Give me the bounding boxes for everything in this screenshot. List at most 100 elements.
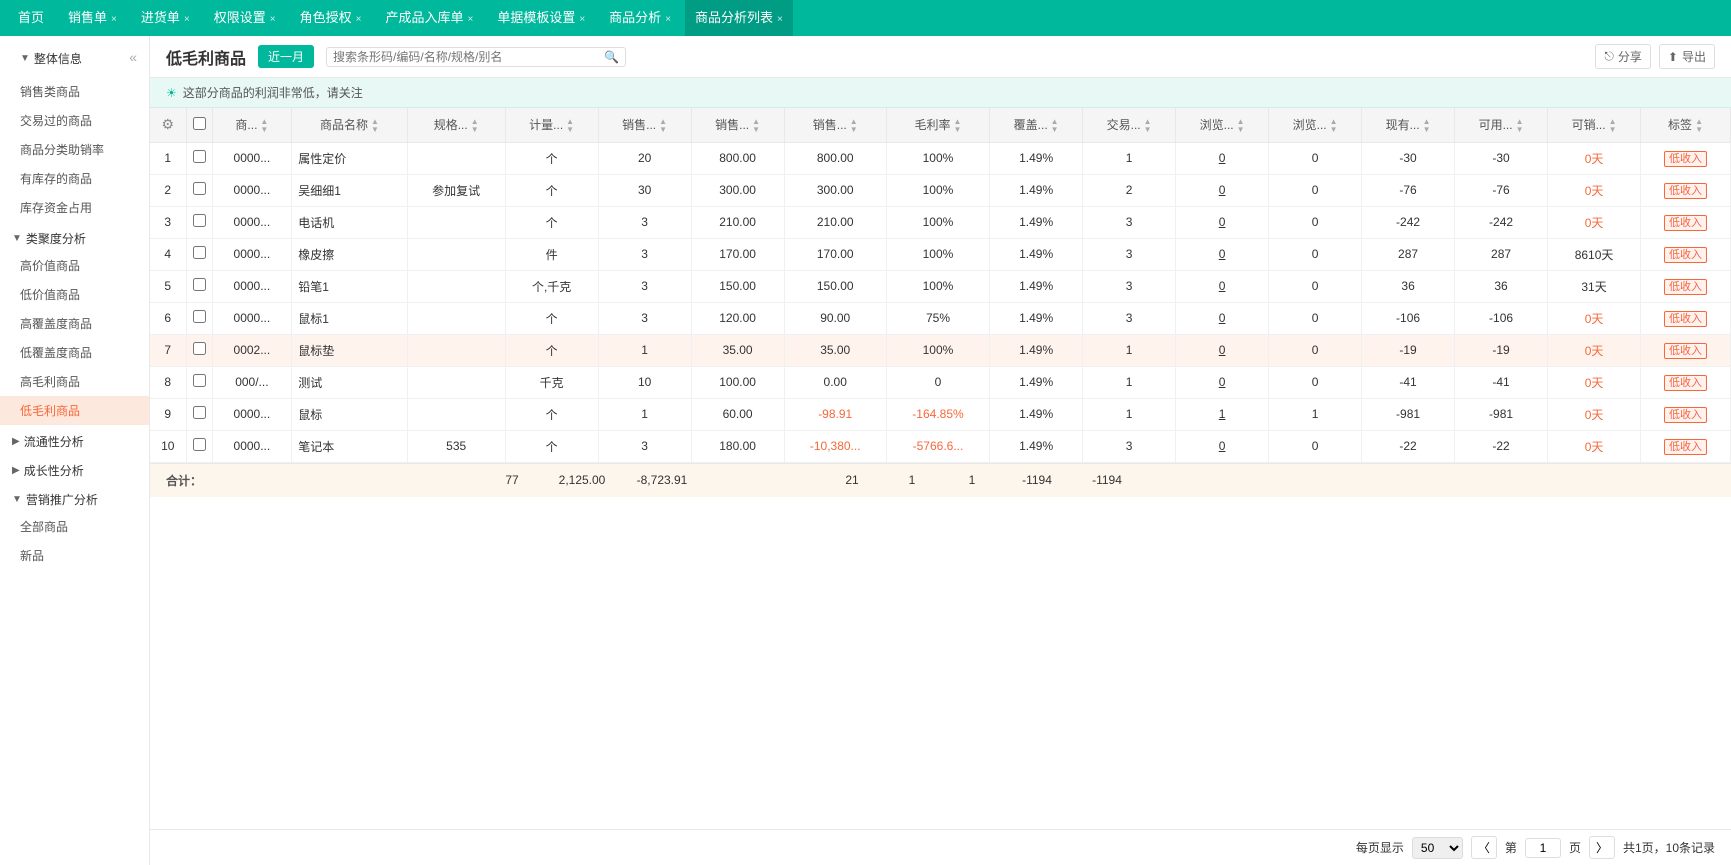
table-container[interactable]: ⚙ 商...▲▼ 商品名称▲▼ 规格...▲▼ 计量...▲▼ 销售...▲▼ … <box>150 108 1731 829</box>
nav-sales[interactable]: 销售单× <box>58 0 127 36</box>
cell-spec <box>407 398 505 430</box>
gear-icon[interactable]: ⚙ <box>161 116 174 132</box>
export-button[interactable]: ⬆ 导出 <box>1659 44 1715 69</box>
col-gross-rate[interactable]: 毛利率▲▼ <box>886 108 989 142</box>
col-code[interactable]: 商...▲▼ <box>212 108 292 142</box>
cell-tag: 低收入 <box>1641 174 1731 206</box>
cell-checkbox[interactable] <box>186 174 212 206</box>
col-coverage[interactable]: 覆盖...▲▼ <box>990 108 1083 142</box>
nav-permissions[interactable]: 权限设置× <box>204 0 286 36</box>
col-tag[interactable]: 标签▲▼ <box>1641 108 1731 142</box>
prev-page-button[interactable]: 〈 <box>1471 836 1497 859</box>
nav-close-purchase[interactable]: × <box>184 14 190 25</box>
nav-close-roles[interactable]: × <box>356 14 362 25</box>
sidebar-item-high-coverage[interactable]: 高覆盖度商品 <box>0 309 149 338</box>
sidebar-item-traded-goods[interactable]: 交易过的商品 <box>0 106 149 135</box>
col-unit[interactable]: 计量...▲▼ <box>505 108 598 142</box>
nav-close-template[interactable]: × <box>579 14 585 25</box>
sidebar-group-growth[interactable]: ▶ 成长性分析 <box>0 454 149 483</box>
cell-browse1[interactable]: 0 <box>1176 334 1269 366</box>
search-icon[interactable]: 🔍 <box>604 50 619 64</box>
sidebar-item-new-goods[interactable]: 新品 <box>0 541 149 570</box>
nav-product-analysis[interactable]: 商品分析× <box>599 0 681 36</box>
sidebar-group-circulation[interactable]: ▶ 流通性分析 <box>0 425 149 454</box>
cell-checkbox[interactable] <box>186 142 212 174</box>
table-row: 10 0000... 笔记本 535 个 3 180.00 -10,380...… <box>150 430 1731 462</box>
nav-home[interactable]: 首页 <box>8 0 54 36</box>
sidebar-item-all-goods[interactable]: 全部商品 <box>0 512 149 541</box>
sidebar-item-low-margin[interactable]: 低毛利商品 <box>0 396 149 425</box>
col-sales-amount[interactable]: 销售...▲▼ <box>784 108 886 142</box>
cell-checkbox[interactable] <box>186 430 212 462</box>
cell-code: 000/... <box>212 366 292 398</box>
col-sales-qty[interactable]: 销售...▲▼ <box>598 108 691 142</box>
arrow-marketing: ▼ <box>12 494 22 505</box>
nav-close-analysis-list[interactable]: × <box>777 14 783 25</box>
sidebar-item-category-rate[interactable]: 商品分类助销率 <box>0 135 149 164</box>
cell-browse2: 0 <box>1269 206 1362 238</box>
col-browse1[interactable]: 浏览...▲▼ <box>1176 108 1269 142</box>
nav-close-product-analysis[interactable]: × <box>665 14 671 25</box>
sidebar-item-high-value[interactable]: 高价值商品 <box>0 251 149 280</box>
col-spec[interactable]: 规格...▲▼ <box>407 108 505 142</box>
nav-close-products-in[interactable]: × <box>467 14 473 25</box>
sidebar-collapse-btn[interactable]: « <box>125 49 141 65</box>
nav-purchase[interactable]: 进货单× <box>131 0 200 36</box>
cell-checkbox[interactable] <box>186 302 212 334</box>
sidebar-group-marketing[interactable]: ▼ 营销推广分析 <box>0 483 149 512</box>
cell-browse1[interactable]: 0 <box>1176 238 1269 270</box>
cell-tag: 低收入 <box>1641 398 1731 430</box>
date-filter-button[interactable]: 近一月 <box>258 45 314 68</box>
footer-current-stock: -1194 <box>1002 473 1072 487</box>
nav-products-in[interactable]: 产成品入库单× <box>375 0 483 36</box>
cell-browse1[interactable]: 0 <box>1176 302 1269 334</box>
cell-browse1[interactable]: 0 <box>1176 366 1269 398</box>
table-header-row: ⚙ 商...▲▼ 商品名称▲▼ 规格...▲▼ 计量...▲▼ 销售...▲▼ … <box>150 108 1731 142</box>
cell-index: 2 <box>150 174 186 206</box>
col-sales-price[interactable]: 销售...▲▼ <box>691 108 784 142</box>
col-trade[interactable]: 交易...▲▼ <box>1083 108 1176 142</box>
nav-analysis-list[interactable]: 商品分析列表× <box>685 0 793 36</box>
sidebar-item-low-coverage[interactable]: 低覆盖度商品 <box>0 338 149 367</box>
next-page-button[interactable]: 〉 <box>1589 836 1615 859</box>
share-button[interactable]: ⎋ 分享 <box>1595 44 1651 69</box>
cell-checkbox[interactable] <box>186 238 212 270</box>
cell-code: 0000... <box>212 238 292 270</box>
nav-close-permissions[interactable]: × <box>270 14 276 25</box>
sidebar-item-sales-goods[interactable]: 销售类商品 <box>0 77 149 106</box>
nav-template-settings[interactable]: 单据模板设置× <box>487 0 595 36</box>
nav-roles[interactable]: 角色授权× <box>290 0 372 36</box>
sidebar-item-stock-capital[interactable]: 库存资金占用 <box>0 193 149 222</box>
cell-browse1[interactable]: 0 <box>1176 430 1269 462</box>
per-page-select[interactable]: 50 100 200 <box>1412 837 1463 859</box>
cell-browse1[interactable]: 1 <box>1176 398 1269 430</box>
cell-checkbox[interactable] <box>186 270 212 302</box>
cell-checkbox[interactable] <box>186 366 212 398</box>
col-browse2[interactable]: 浏览...▲▼ <box>1269 108 1362 142</box>
sidebar-group-cluster[interactable]: ▼ 类聚度分析 <box>0 222 149 251</box>
select-all-checkbox[interactable] <box>193 117 206 130</box>
cell-browse2: 0 <box>1269 302 1362 334</box>
col-current-stock[interactable]: 现有...▲▼ <box>1362 108 1455 142</box>
cell-browse1[interactable]: 0 <box>1176 270 1269 302</box>
cell-checkbox[interactable] <box>186 334 212 366</box>
sidebar-item-low-value[interactable]: 低价值商品 <box>0 280 149 309</box>
col-sellable[interactable]: 可销...▲▼ <box>1548 108 1641 142</box>
nav-close-sales[interactable]: × <box>111 14 117 25</box>
cell-tag: 低收入 <box>1641 366 1731 398</box>
cell-tag: 低收入 <box>1641 206 1731 238</box>
cell-checkbox[interactable] <box>186 398 212 430</box>
cell-index: 10 <box>150 430 186 462</box>
cell-browse1[interactable]: 0 <box>1176 206 1269 238</box>
sidebar-item-stocked-goods[interactable]: 有库存的商品 <box>0 164 149 193</box>
col-name[interactable]: 商品名称▲▼ <box>292 108 407 142</box>
search-input[interactable] <box>333 50 604 64</box>
share-icon: ⎋ <box>1604 49 1614 64</box>
cell-browse1[interactable]: 0 <box>1176 174 1269 206</box>
sidebar-item-high-margin[interactable]: 高毛利商品 <box>0 367 149 396</box>
sidebar-group-overall[interactable]: ▼ 整体信息 <box>8 42 94 71</box>
cell-browse1[interactable]: 0 <box>1176 142 1269 174</box>
page-number-input[interactable] <box>1525 838 1561 858</box>
col-available[interactable]: 可用...▲▼ <box>1455 108 1548 142</box>
cell-checkbox[interactable] <box>186 206 212 238</box>
